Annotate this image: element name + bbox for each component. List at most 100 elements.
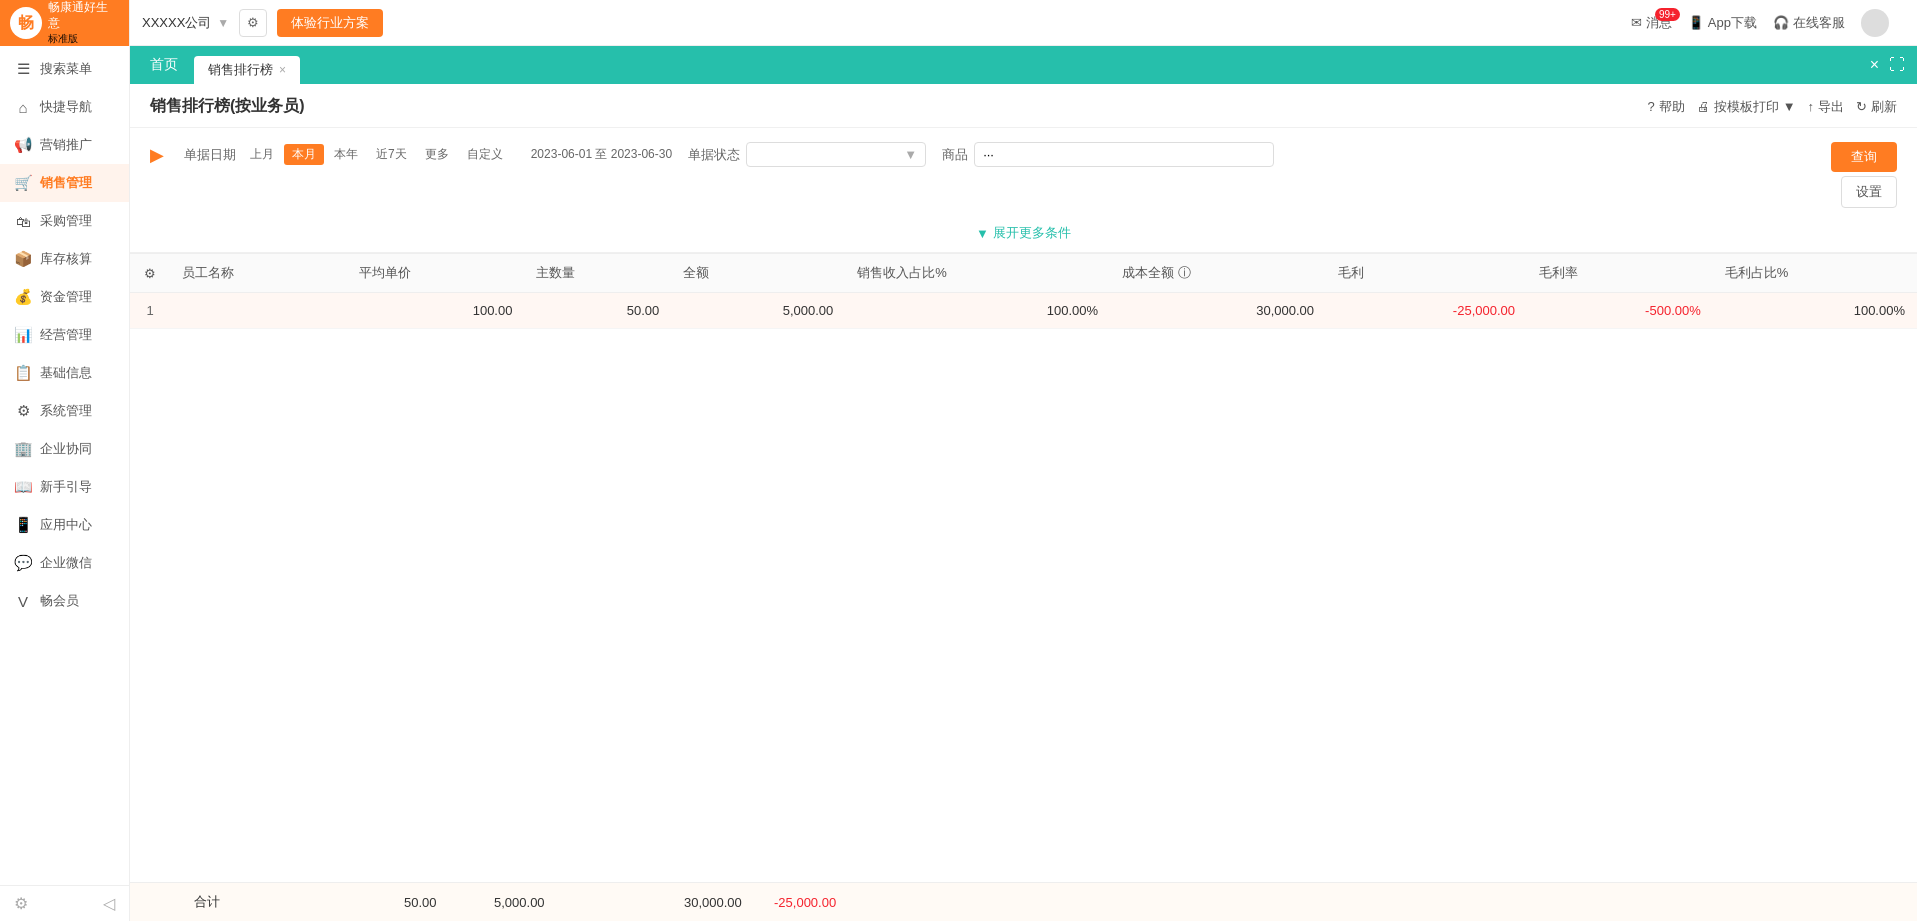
sidebar-icon-12: 📱 [14, 516, 32, 534]
col-profit-pct: 毛利占比% [1713, 254, 1917, 293]
date-tab-prev-month[interactable]: 上月 [242, 144, 282, 165]
status-label: 单据状态 [688, 146, 740, 164]
maximize-icon[interactable]: ⛶ [1889, 56, 1905, 74]
sidebar-item-8[interactable]: 📋 基础信息 [0, 354, 129, 392]
sidebar-label-8: 基础信息 [40, 364, 92, 382]
gear-button[interactable]: ⚙ [239, 9, 267, 37]
footer-cost: 30,000.00 [672, 895, 762, 910]
sidebar-label-14: 畅会员 [40, 592, 79, 610]
tab-close-icon[interactable]: × [279, 63, 286, 77]
footer-amount: 5,000.00 [482, 895, 572, 910]
cell-profit: -25,000.00 [1326, 293, 1527, 329]
date-tab-more[interactable]: 更多 [417, 144, 457, 165]
trial-button[interactable]: 体验行业方案 [277, 9, 383, 37]
sidebar-item-10[interactable]: 🏢企业协同 [0, 430, 129, 468]
sidebar-label-0: 搜索菜单 [40, 60, 92, 78]
collapse-icon[interactable]: ◁ [103, 894, 115, 913]
company-name: XXXXX公司 [142, 14, 211, 32]
top-header: XXXXX公司 ▼ ⚙ 体验行业方案 ✉ 消息 99+ 📱 App下载 🎧 在线… [130, 0, 1917, 46]
status-select[interactable]: ▼ [746, 142, 926, 167]
filter-expand-row: ▼ 展开更多条件 [130, 214, 1917, 253]
sidebar-item-11[interactable]: 📖新手引导 [0, 468, 129, 506]
filter-buttons: 查询 设置 [1831, 142, 1897, 208]
tab-bar-right: × ⛶ [1870, 56, 1913, 74]
headset-icon: 🎧 [1773, 15, 1789, 30]
sidebar-item-14[interactable]: V畅会员 [0, 582, 129, 620]
tab-bar: 首页 销售排行榜 × × ⛶ [130, 46, 1917, 84]
query-button[interactable]: 查询 [1831, 142, 1897, 172]
company-selector[interactable]: XXXXX公司 ▼ [142, 14, 229, 32]
col-qty: 主数量 [524, 254, 671, 293]
online-service-label: 在线客服 [1793, 14, 1845, 32]
online-service-button[interactable]: 🎧 在线客服 [1773, 14, 1845, 32]
page-content: 销售排行榜(按业务员) ? 帮助 🖨 按模板打印 ▼ ↑ 导出 [130, 84, 1917, 921]
message-button[interactable]: ✉ 消息 99+ [1631, 14, 1672, 32]
export-button[interactable]: ↑ 导出 [1808, 98, 1845, 116]
col-cost: 成本全额 ⓘ [1110, 254, 1326, 293]
print-icon: 🖨 [1697, 99, 1710, 114]
sidebar-icon-8: 📋 [14, 364, 32, 382]
sidebar-icon-5: 📦 [14, 250, 32, 268]
sidebar-label-3: 销售管理 [40, 174, 92, 192]
sidebar-icon-9: ⚙ [14, 402, 32, 420]
sidebar-label-1: 快捷导航 [40, 98, 92, 116]
sidebar-item-7[interactable]: 📊经营管理 [0, 316, 129, 354]
sidebar-icon-3: 🛒 [14, 174, 32, 192]
app-download-button[interactable]: 📱 App下载 [1688, 14, 1757, 32]
sidebar-item-5[interactable]: 📦 库存核算 [0, 240, 129, 278]
sidebar-icon-6: 💰 [14, 288, 32, 306]
minimize-icon[interactable]: × [1870, 56, 1879, 74]
sidebar-label-5: 库存核算 [40, 250, 92, 268]
sidebar-item-4[interactable]: 🛍采购管理 [0, 202, 129, 240]
settings-icon[interactable]: ⚙ [14, 894, 28, 913]
settings-button[interactable]: 设置 [1841, 176, 1897, 208]
goods-filter: 商品 ··· [942, 142, 1274, 167]
expand-more-button[interactable]: ▼ 展开更多条件 [976, 220, 1071, 246]
sidebar-label-4: 采购管理 [40, 212, 92, 230]
footer-total-label: 合计 [182, 893, 302, 911]
sidebar-item-12[interactable]: 📱应用中心 [0, 506, 129, 544]
date-tab-custom[interactable]: 自定义 [459, 144, 511, 165]
tab-home[interactable]: 首页 [134, 46, 194, 84]
refresh-button[interactable]: ↻ 刷新 [1856, 98, 1897, 116]
logo-text: 畅康通好生意 [48, 0, 119, 31]
message-badge: 99+ [1655, 8, 1680, 21]
tab-sales-ranking[interactable]: 销售排行榜 × [194, 56, 300, 84]
col-profit: 毛利 [1326, 254, 1527, 293]
sidebar-item-2[interactable]: 📢营销推广 [0, 126, 129, 164]
sidebar-icon-2: 📢 [14, 136, 32, 154]
help-button[interactable]: ? 帮助 [1647, 98, 1684, 116]
avatar[interactable] [1861, 9, 1889, 37]
filter-expand-arrow[interactable]: ▶ [150, 142, 164, 166]
print-button[interactable]: 🖨 按模板打印 ▼ [1697, 98, 1796, 116]
sidebar-item-9[interactable]: ⚙ 系统管理 [0, 392, 129, 430]
date-range-display: 2023-06-01 至 2023-06-30 [527, 146, 672, 163]
date-label: 单据日期 [184, 146, 236, 164]
goods-dots: ··· [983, 147, 994, 162]
sidebar-item-0[interactable]: ☰搜索菜单 [0, 50, 129, 88]
sidebar-label-13: 企业微信 [40, 554, 92, 572]
company-arrow-icon: ▼ [217, 16, 229, 30]
page-actions: ? 帮助 🖨 按模板打印 ▼ ↑ 导出 ↻ 刷新 [1647, 98, 1897, 116]
expand-more-label: 展开更多条件 [993, 224, 1071, 242]
refresh-icon: ↻ [1856, 99, 1867, 114]
page-title: 销售排行榜(按业务员) [150, 96, 305, 117]
date-tab-this-month[interactable]: 本月 [284, 144, 324, 165]
goods-input[interactable]: ··· [974, 142, 1274, 167]
cell-rank: 1 [130, 293, 170, 329]
sidebar-icon-11: 📖 [14, 478, 32, 496]
sidebar-item-3[interactable]: 🛒 销售管理 [0, 164, 129, 202]
date-tab-this-year[interactable]: 本年 [326, 144, 366, 165]
sidebar-label-7: 经营管理 [40, 326, 92, 344]
cell-name [170, 293, 347, 329]
table-footer: 合计 50.00 5,000.00 30,000.00 -25,000.00 [130, 882, 1917, 921]
logo-icon: 畅 [10, 7, 42, 39]
sidebar-item-1[interactable]: ⌂快捷导航 [0, 88, 129, 126]
sidebar-item-13[interactable]: 💬企业微信 [0, 544, 129, 582]
sidebar-label-9: 系统管理 [40, 402, 92, 420]
sidebar-item-6[interactable]: 💰资金管理 [0, 278, 129, 316]
date-tab-7days[interactable]: 近7天 [368, 144, 415, 165]
sidebar-label-10: 企业协同 [40, 440, 92, 458]
col-settings[interactable]: ⚙ [130, 254, 170, 293]
col-profit-rate: 毛利率 [1527, 254, 1713, 293]
